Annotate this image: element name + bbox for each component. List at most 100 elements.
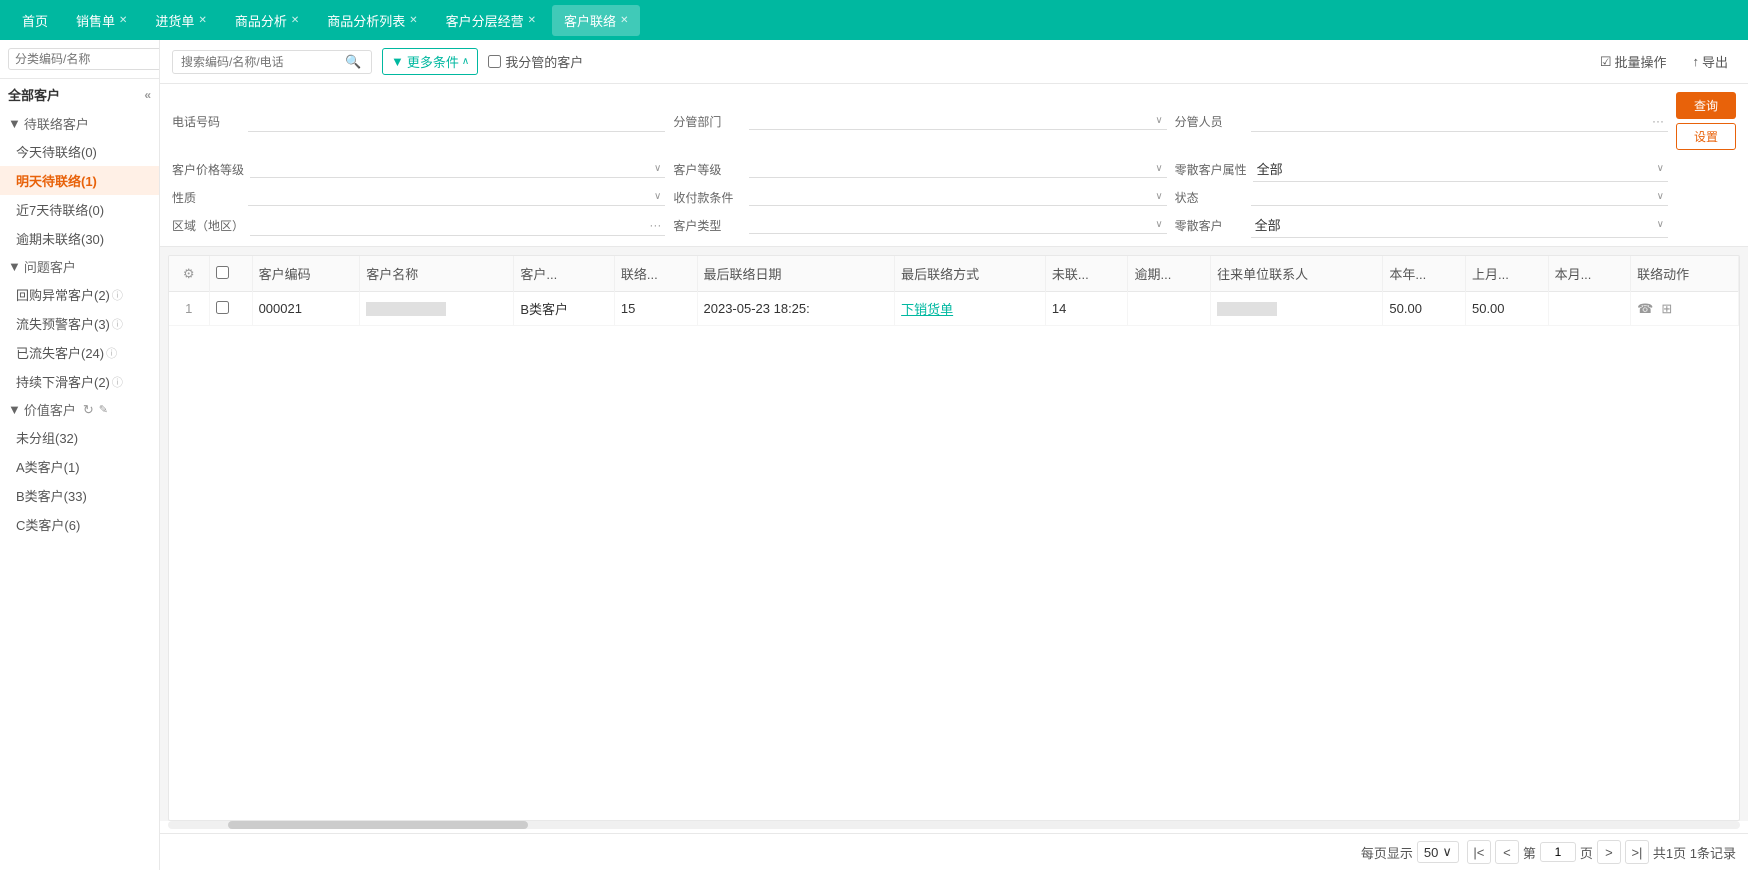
filter-customer-grade: 客户等级 ∨	[673, 160, 1166, 178]
settings-button[interactable]: 设置	[1676, 123, 1736, 150]
table-body: 1 000021 B类客户 15 2023-05-23 18:25: 下销货单 …	[169, 292, 1739, 326]
sidebar-item-c-class[interactable]: C类客户(6)	[0, 510, 159, 539]
manager-select[interactable]: ···	[1251, 111, 1668, 132]
pagination: |< < 第 页 > >| 共1页 1条记录	[1467, 840, 1736, 864]
th-checkbox[interactable]	[209, 256, 252, 292]
chevron-down-icon: ∨	[654, 163, 661, 174]
price-grade-select[interactable]: ∨	[250, 160, 665, 178]
value-group-edit-icon[interactable]: ✎	[99, 403, 108, 416]
sidebar-item-abnormal[interactable]: 回购异常客户(2) ⓘ	[0, 280, 159, 309]
prev-page-btn[interactable]: <	[1495, 840, 1519, 864]
retail-attr-select[interactable]: 全部 ∨	[1253, 156, 1668, 182]
filter-row-3: 性质 ∨ 收付款条件 ∨ 状态 ∨	[172, 188, 1736, 206]
table-row: 1 000021 B类客户 15 2023-05-23 18:25: 下销货单 …	[169, 292, 1739, 326]
my-customers-checkbox-wrap[interactable]: 我分管的客户	[488, 52, 583, 71]
customer-name-masked	[366, 302, 446, 316]
close-icon[interactable]: ✕	[620, 15, 628, 26]
nav-home[interactable]: 首页	[10, 5, 60, 36]
th-action: 联络动作	[1631, 256, 1739, 292]
nav-product-analysis-list[interactable]: 商品分析列表 ✕	[315, 5, 429, 36]
row-checkbox[interactable]	[216, 301, 229, 314]
page-input[interactable]	[1540, 842, 1576, 862]
close-icon[interactable]: ✕	[528, 15, 536, 26]
td-this-month	[1548, 292, 1631, 326]
page-size-select[interactable]: 50 ∨	[1417, 841, 1459, 863]
sidebar-item-b-class[interactable]: B类客户(33)	[0, 481, 159, 510]
nav-product-analysis[interactable]: 商品分析 ✕	[223, 5, 311, 36]
sidebar-item-a-class[interactable]: A类客户(1)	[0, 452, 159, 481]
last-method-link[interactable]: 下销货单	[901, 302, 953, 317]
sidebar-item-churned[interactable]: 已流失客户(24) ⓘ	[0, 338, 159, 367]
th-code: 客户编码	[252, 256, 360, 292]
table-header: ⚙ 客户编码 客户名称 客户... 联络... 最后联络日期 最后联络方式 未联…	[169, 256, 1739, 292]
chevron-up-icon: ∧	[462, 56, 469, 67]
dept-select[interactable]: ∨	[749, 112, 1166, 130]
area-select[interactable]: ···	[250, 215, 665, 236]
more-action-icon[interactable]: ⊞	[1661, 301, 1672, 317]
retail-select[interactable]: 全部 ∨	[1251, 212, 1668, 238]
close-icon[interactable]: ✕	[409, 15, 417, 26]
close-icon[interactable]: ✕	[291, 15, 299, 26]
bottom-bar: 每页显示 50 ∨ |< < 第 页 > >| 共1页 1条记录	[160, 833, 1748, 870]
filter-more-btn[interactable]: ▼ 更多条件 ∧	[382, 48, 478, 75]
nav-purchase[interactable]: 进货单 ✕	[143, 5, 218, 36]
search-input[interactable]	[181, 55, 341, 69]
filter-actions: 查询 设置	[1676, 92, 1736, 150]
filter-row-1: 电话号码 分管部门 ∨ 分管人员 ··· 查询 设置	[172, 92, 1736, 150]
export-icon: ↑	[1692, 54, 1699, 69]
customer-grade-select[interactable]: ∨	[749, 160, 1166, 178]
td-contact-person	[1211, 292, 1383, 326]
chevron-down-icon: ∨	[1657, 191, 1664, 202]
sidebar-item-overdue[interactable]: 逾期未联络(30)	[0, 224, 159, 253]
info-icon[interactable]: ⓘ	[112, 374, 123, 390]
close-icon[interactable]: ✕	[119, 15, 127, 26]
query-button[interactable]: 查询	[1676, 92, 1736, 119]
info-icon[interactable]: ⓘ	[106, 345, 117, 361]
phone-input[interactable]	[248, 111, 665, 132]
select-all-checkbox[interactable]	[216, 266, 229, 279]
th-last-method: 最后联络方式	[895, 256, 1046, 292]
sidebar-item-declining[interactable]: 持续下滑客户(2) ⓘ	[0, 367, 159, 396]
page-size-value: 50	[1424, 845, 1438, 860]
dots-icon[interactable]: ···	[1652, 114, 1664, 128]
filter-payment: 收付款条件 ∨	[673, 188, 1166, 206]
first-page-btn[interactable]: |<	[1467, 840, 1491, 864]
info-icon[interactable]: ⓘ	[112, 287, 123, 303]
batch-ops-btn[interactable]: ☑ 批量操作	[1592, 49, 1675, 74]
dots-icon[interactable]: ···	[649, 218, 661, 232]
sidebar-item-ungrouped[interactable]: 未分组(32)	[0, 423, 159, 452]
filter-retail-attr: 零散客户属性 全部 ∨	[1175, 156, 1668, 182]
all-customers-header[interactable]: 全部客户 «	[0, 79, 159, 110]
nav-customer-tier[interactable]: 客户分层经营 ✕	[434, 5, 548, 36]
th-overdue: 逾期...	[1128, 256, 1211, 292]
horizontal-scrollbar[interactable]	[168, 821, 1740, 829]
customer-table: ⚙ 客户编码 客户名称 客户... 联络... 最后联络日期 最后联络方式 未联…	[169, 256, 1739, 326]
close-icon[interactable]: ✕	[198, 15, 206, 26]
nature-select[interactable]: ∨	[248, 188, 665, 206]
my-customers-checkbox[interactable]	[488, 55, 501, 68]
export-btn[interactable]: ↑ 导出	[1684, 49, 1736, 74]
next-page-btn[interactable]: >	[1597, 840, 1621, 864]
customer-type-select[interactable]: ∨	[749, 216, 1166, 234]
problem-group-label: ▼ 问题客户	[0, 253, 159, 280]
settings-icon[interactable]: ⚙	[183, 266, 195, 281]
scrollbar-thumb[interactable]	[228, 821, 528, 829]
td-checkbox[interactable]	[209, 292, 252, 326]
sidebar-item-tomorrow[interactable]: 明天待联络(1)	[0, 166, 159, 195]
contact-action-icon[interactable]: ☎	[1637, 301, 1653, 317]
nav-customer-contact[interactable]: 客户联络 ✕	[552, 5, 640, 36]
info-icon[interactable]: ⓘ	[112, 316, 123, 332]
sidebar-search-input[interactable]	[8, 48, 160, 70]
th-settings[interactable]: ⚙	[169, 256, 209, 292]
status-select[interactable]: ∨	[1251, 188, 1668, 206]
sidebar-item-week[interactable]: 近7天待联络(0)	[0, 195, 159, 224]
value-group-refresh-icon[interactable]: ↻	[83, 402, 94, 418]
search-icon[interactable]: 🔍	[345, 54, 361, 70]
last-page-btn[interactable]: >|	[1625, 840, 1649, 864]
td-type: B类客户	[514, 292, 615, 326]
sidebar-item-churn-warning[interactable]: 流失预警客户(3) ⓘ	[0, 309, 159, 338]
nav-sales[interactable]: 销售单 ✕	[64, 5, 139, 36]
sidebar-item-today[interactable]: 今天待联络(0)	[0, 137, 159, 166]
payment-select[interactable]: ∨	[749, 188, 1166, 206]
th-this-month: 本月...	[1548, 256, 1631, 292]
